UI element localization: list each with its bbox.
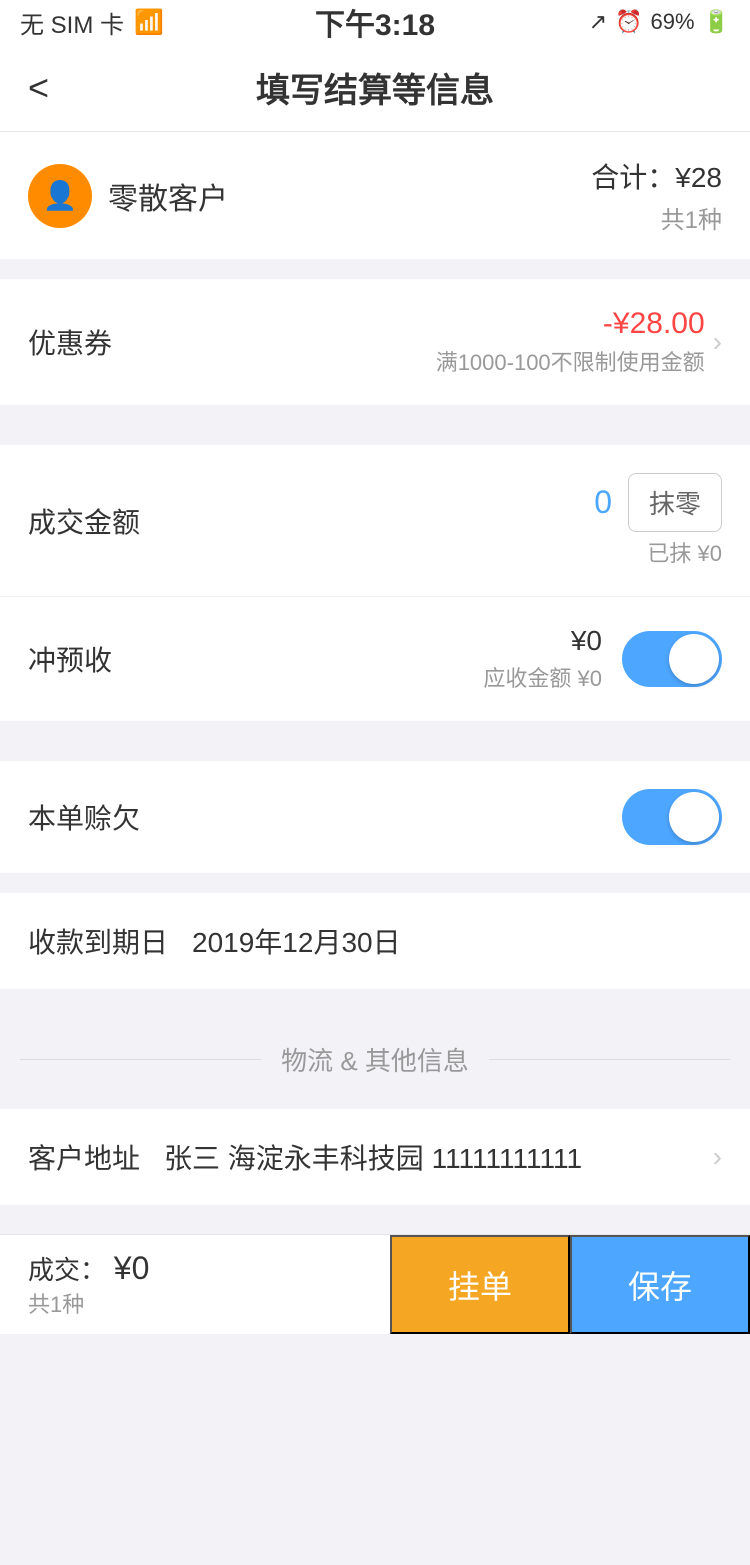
footer-info: 成交： ¥0 共1种 [0,1250,390,1319]
footer-transaction-label: 成交： [28,1255,106,1285]
customer-section: 👤 零散客户 合计：¥28 共1种 [0,132,750,259]
hold-button[interactable]: 挂单 [390,1235,570,1334]
transaction-row: 成交金额 0 抹零 已抹 ¥0 [0,445,750,597]
customer-count: 共1种 [591,200,722,235]
debit-toggle[interactable] [622,789,722,845]
divider-line-left [20,1059,261,1060]
footer: 成交： ¥0 共1种 挂单 保存 [0,1234,750,1334]
address-chevron-icon: › [713,1141,722,1173]
address-label: 客户地址 [28,1137,140,1177]
prepay-amount: ¥0 [483,625,602,657]
divider-line-right [489,1059,730,1060]
divider-1 [0,425,750,445]
avatar-icon: 👤 [43,179,78,212]
customer-name: 零散客户 [108,174,228,218]
alarm-icon: ⏰ [615,9,642,35]
customer-avatar: 👤 [28,164,92,228]
footer-transaction-row: 成交： ¥0 [28,1250,362,1287]
divider-2 [0,741,750,761]
coupon-label: 优惠券 [28,322,112,362]
status-left: 无 SIM 卡 📶 [20,5,164,40]
wifi-icon: 📶 [134,8,164,37]
due-date-value: 2019年12月30日 [192,921,401,961]
round-button[interactable]: 抹零 [628,473,722,532]
footer-transaction-value: ¥0 [114,1250,150,1286]
chevron-right-icon: › [713,326,722,358]
prepay-amounts: ¥0 应收金额 ¥0 [483,625,602,693]
divider-3 [0,1009,750,1029]
debit-toggle-knob [669,792,719,842]
battery-text: 69% [651,9,695,35]
toggle-knob [669,634,719,684]
coupon-discount: -¥28.00 [603,307,705,341]
save-button[interactable]: 保存 [570,1235,750,1334]
status-bar: 无 SIM 卡 📶 下午3:18 ↗ ⏰ 69% 🔋 [0,0,750,44]
back-button[interactable]: < [28,67,49,109]
coupon-description: 满1000-100不限制使用金额 [436,345,705,377]
status-right: ↗ ⏰ 69% 🔋 [589,9,730,35]
customer-summary: 合计：¥28 共1种 [591,156,722,235]
page-title: 填写结算等信息 [256,63,494,112]
coupon-right: -¥28.00 满1000-100不限制使用金额 › [436,307,722,377]
prepay-row: 冲预收 ¥0 应收金额 ¥0 [0,597,750,721]
status-time: 下午3:18 [315,0,435,44]
prepay-right: ¥0 应收金额 ¥0 [483,625,722,693]
prepay-toggle[interactable] [622,631,722,687]
nav-bar: < 填写结算等信息 [0,44,750,132]
debit-label: 本单赊欠 [28,797,140,837]
due-date-label: 收款到期日 [28,921,168,961]
coupon-section[interactable]: 优惠券 -¥28.00 满1000-100不限制使用金额 › [0,279,750,405]
battery-icon: 🔋 [703,9,730,35]
footer-count: 共1种 [28,1287,362,1319]
due-date-section: 收款到期日 2019年12月30日 [0,893,750,989]
address-value: 张三 海淀永丰科技园 11111111111 [164,1137,689,1177]
carrier-text: 无 SIM 卡 [20,5,124,40]
prepay-label: 冲预收 [28,639,112,679]
already-rounded: 已抹 ¥0 [594,536,722,568]
address-section[interactable]: 客户地址 张三 海淀永丰科技园 11111111111 › [0,1109,750,1205]
customer-total: 合计：¥28 [591,156,722,196]
debit-section: 本单赊欠 [0,761,750,873]
transaction-section: 成交金额 0 抹零 已抹 ¥0 冲预收 ¥0 应收金额 ¥0 [0,445,750,721]
prepay-receivable: 应收金额 ¥0 [483,661,602,693]
transaction-value: 0 [594,484,612,521]
transaction-right: 0 抹零 已抹 ¥0 [594,473,722,568]
logistics-divider: 物流 & 其他信息 [0,1029,750,1089]
customer-info: 👤 零散客户 [28,164,228,228]
logistics-label: 物流 & 其他信息 [281,1041,469,1078]
amount-right: 0 抹零 [594,473,722,532]
transaction-label: 成交金额 [28,501,140,541]
location-icon: ↗ [589,9,607,35]
coupon-value-area: -¥28.00 满1000-100不限制使用金额 [436,307,705,377]
